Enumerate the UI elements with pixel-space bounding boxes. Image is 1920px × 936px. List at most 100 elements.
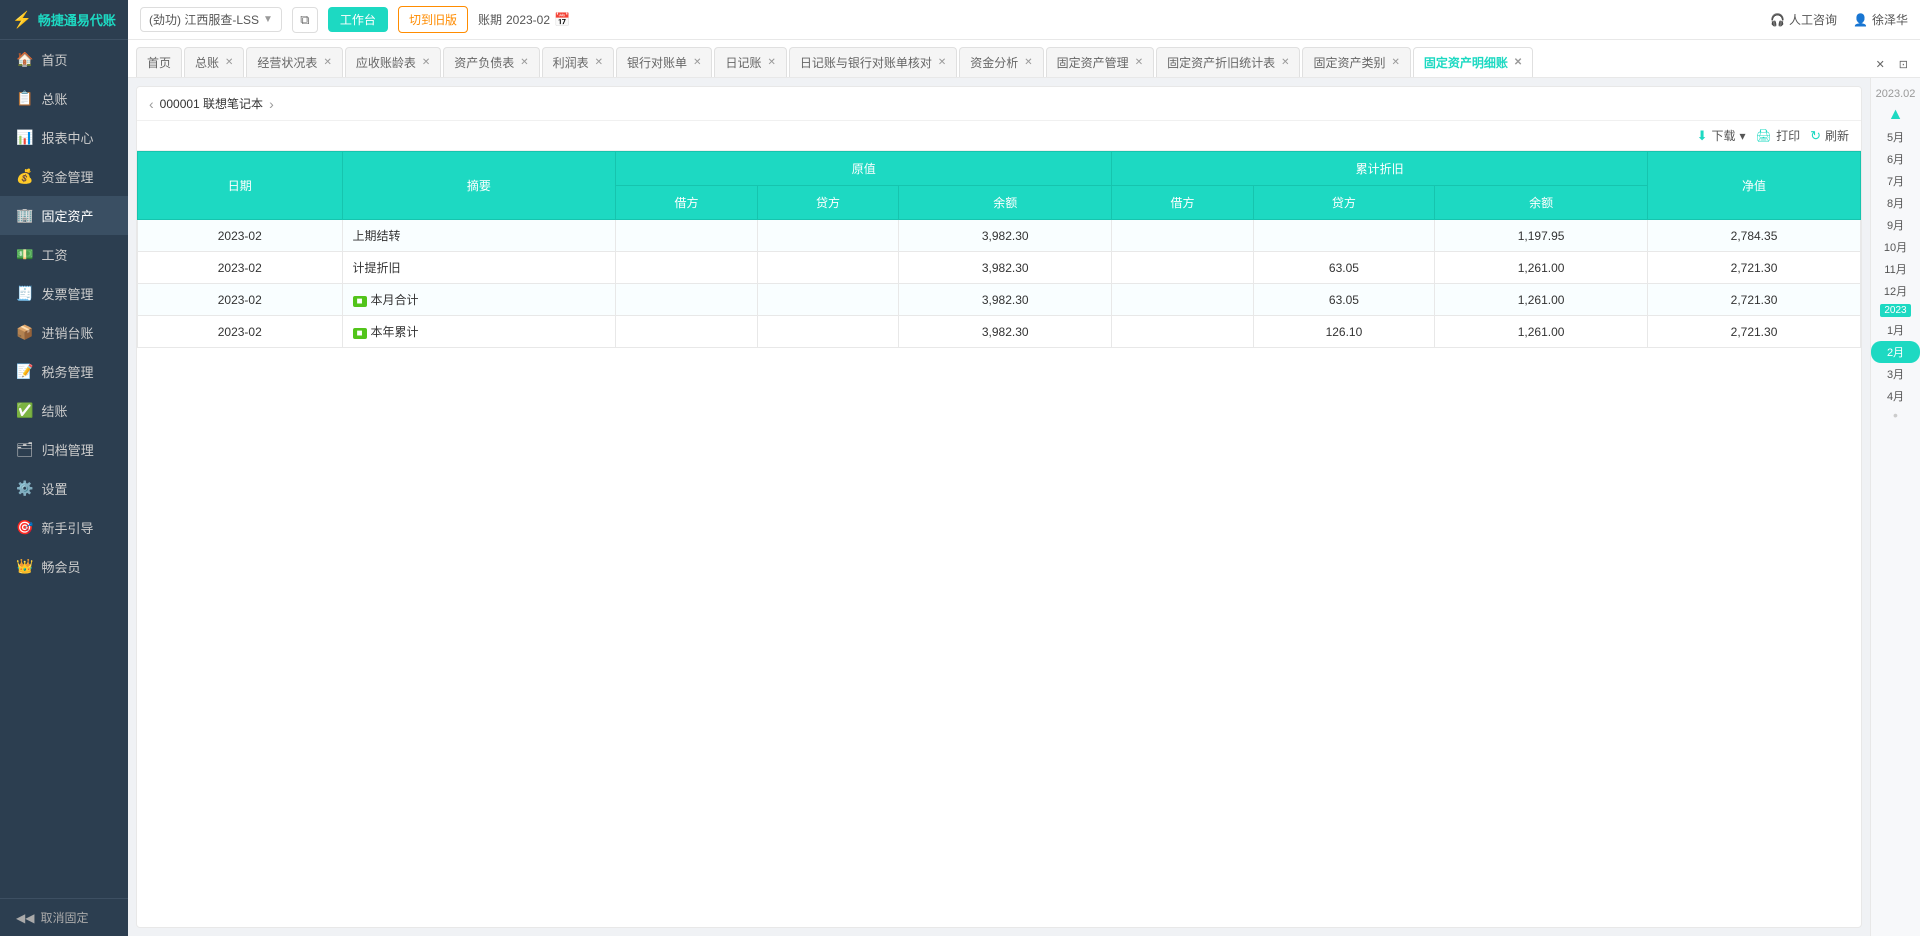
cell-summary: 计提折旧 — [342, 252, 616, 284]
cell-summary: ■本年累计 — [342, 316, 616, 348]
sidebar-label-home: 首页 — [41, 50, 67, 69]
orig-credit: 贷方 — [757, 186, 899, 220]
cell-orig-credit — [757, 284, 899, 316]
tab-bank[interactable]: 银行对账单 ✕ — [616, 47, 712, 77]
tab-cashflow[interactable]: 资金分析 ✕ — [959, 47, 1043, 77]
timeline-month-9[interactable]: 9月 — [1871, 214, 1920, 236]
sidebar-label-tax: 税务管理 — [41, 362, 93, 381]
tab-operations[interactable]: 经营状况表 ✕ — [246, 47, 342, 77]
tab-journal[interactable]: 日记账 ✕ — [714, 47, 786, 77]
close-tab-fixed-depr[interactable]: ✕ — [1281, 57, 1289, 68]
col-accumulated-depr: 累计折旧 — [1112, 152, 1648, 186]
close-tab-profit[interactable]: ✕ — [595, 57, 603, 68]
sidebar-item-capital[interactable]: 💰 资金管理 — [0, 157, 128, 196]
sidebar-item-settle[interactable]: ✅ 结账 — [0, 391, 128, 430]
user-avatar-icon: 👤 — [1853, 13, 1868, 27]
sidebar-item-archive[interactable]: 🗂 归档管理 — [0, 430, 128, 469]
fixed-detail-table: 日期 摘要 原值 累计折旧 净值 借方 贷方 余额 借方 贷方 余额 — [137, 151, 1861, 348]
close-tab-reconcile[interactable]: ✕ — [938, 57, 946, 68]
sidebar-label-salary: 工资 — [41, 245, 67, 264]
close-tab-ledger[interactable]: ✕ — [225, 57, 233, 68]
tab-fixed-cat[interactable]: 固定资产类别 ✕ — [1302, 47, 1410, 77]
sidebar-item-salary[interactable]: 💵 工资 — [0, 235, 128, 274]
timeline-month-11[interactable]: 11月 — [1871, 258, 1920, 280]
close-all-button[interactable]: ✕ — [1872, 56, 1889, 73]
timeline-month-2-active[interactable]: 2月 — [1871, 341, 1920, 363]
cell-date: 2023-02 — [138, 220, 343, 252]
close-tab-fixed-cat[interactable]: ✕ — [1392, 57, 1400, 68]
tab-profit[interactable]: 利润表 ✕ — [542, 47, 614, 77]
service-button[interactable]: 🎧 人工咨询 — [1770, 11, 1837, 28]
timeline-month-6[interactable]: 6月 — [1871, 148, 1920, 170]
copy-button[interactable]: ⧉ — [292, 7, 318, 33]
guide-icon: 🎯 — [16, 519, 33, 536]
sidebar-item-fixed[interactable]: 🏢 固定资产 — [0, 196, 128, 235]
sidebar-item-home[interactable]: 🏠 首页 — [0, 40, 128, 79]
sidebar-item-guide[interactable]: 🎯 新手引导 — [0, 508, 128, 547]
sidebar-label-vip: 畅会员 — [41, 557, 80, 576]
timeline-month-3[interactable]: 3月 — [1871, 363, 1920, 385]
timeline-month-4[interactable]: 4月 — [1871, 385, 1920, 407]
sidebar: ⚡ 畅捷通易代账 🏠 首页 📋 总账 📊 报表中心 💰 资金管理 🏢 固定资产 … — [0, 0, 128, 936]
timeline-month-8[interactable]: 8月 — [1871, 192, 1920, 214]
breadcrumb-next[interactable]: › — [269, 96, 274, 112]
tab-receivables[interactable]: 应收账龄表 ✕ — [345, 47, 441, 77]
tab-receivables-label: 应收账龄表 — [356, 54, 416, 71]
restore-button[interactable]: ⊡ — [1895, 56, 1912, 73]
cell-summary: ■本月合计 — [342, 284, 616, 316]
table-container: 日期 摘要 原值 累计折旧 净值 借方 贷方 余额 借方 贷方 余额 — [137, 151, 1861, 927]
sidebar-label-invoice: 发票管理 — [41, 284, 93, 303]
vip-icon: 👑 — [16, 558, 33, 575]
user-menu[interactable]: 👤 徐泽华 — [1853, 11, 1908, 28]
tab-fixed-depr[interactable]: 固定资产折旧统计表 ✕ — [1156, 47, 1300, 77]
pin-icon: ◀◀ — [16, 911, 34, 925]
sidebar-item-sales[interactable]: 📦 进销台账 — [0, 313, 128, 352]
close-tab-receivables[interactable]: ✕ — [422, 57, 430, 68]
timeline-month-12[interactable]: 12月 — [1871, 280, 1920, 302]
tab-reconcile[interactable]: 日记账与银行对账单核对 ✕ — [789, 47, 957, 77]
sidebar-label-settings: 设置 — [41, 479, 67, 498]
tab-home[interactable]: 首页 — [136, 47, 182, 77]
workbench-button[interactable]: 工作台 — [328, 7, 388, 32]
sidebar-item-vip[interactable]: 👑 畅会员 — [0, 547, 128, 586]
close-tab-balance[interactable]: ✕ — [520, 57, 528, 68]
close-tab-fixed-detail[interactable]: ✕ — [1514, 57, 1522, 68]
sidebar-item-invoice[interactable]: 🧾 发票管理 — [0, 274, 128, 313]
close-tab-cashflow[interactable]: ✕ — [1024, 57, 1032, 68]
timeline-month-7[interactable]: 7月 — [1871, 170, 1920, 192]
close-tab-operations[interactable]: ✕ — [323, 57, 331, 68]
tab-ledger-label: 总账 — [195, 54, 219, 71]
col-original-value: 原值 — [616, 152, 1112, 186]
depr-balance: 余额 — [1435, 186, 1648, 220]
close-tab-journal[interactable]: ✕ — [767, 57, 775, 68]
tab-balance-label: 资产负债表 — [454, 54, 514, 71]
sidebar-item-ledger[interactable]: 📋 总账 — [0, 79, 128, 118]
home-icon: 🏠 — [16, 51, 33, 68]
tab-ledger[interactable]: 总账 ✕ — [184, 47, 244, 77]
timeline-up-arrow[interactable]: ▲ — [1888, 104, 1904, 126]
sidebar-item-settings[interactable]: ⚙️ 设置 — [0, 469, 128, 508]
close-tab-fixed-mgmt[interactable]: ✕ — [1135, 57, 1143, 68]
cell-depr-credit: 63.05 — [1253, 252, 1434, 284]
tab-balance[interactable]: 资产负债表 ✕ — [443, 47, 539, 77]
calendar-icon[interactable]: 📅 — [554, 12, 570, 28]
refresh-button[interactable]: ↻ 刷新 — [1810, 127, 1849, 144]
close-tab-bank[interactable]: ✕ — [693, 57, 701, 68]
company-selector[interactable]: (劲功) 江西服查-LSS ▼ — [140, 7, 282, 32]
cancel-fixed-button[interactable]: ◀◀ 取消固定 — [0, 898, 128, 936]
app-logo: ⚡ 畅捷通易代账 — [0, 0, 128, 40]
print-button[interactable]: 🖨 打印 — [1756, 127, 1801, 144]
breadcrumb-prev[interactable]: ‹ — [149, 96, 154, 112]
timeline-month-1[interactable]: 1月 — [1871, 319, 1920, 341]
timeline-month-5[interactable]: 5月 — [1871, 126, 1920, 148]
timeline-month-10[interactable]: 10月 — [1871, 236, 1920, 258]
cell-depr-debit — [1112, 252, 1254, 284]
sidebar-item-tax[interactable]: 📝 税务管理 — [0, 352, 128, 391]
tab-fixed-detail[interactable]: 固定资产明细账 ✕ — [1413, 47, 1533, 77]
switch-version-button[interactable]: 切到旧版 — [398, 6, 468, 33]
sidebar-item-reports[interactable]: 📊 报表中心 — [0, 118, 128, 157]
download-button[interactable]: ⬇ 下载 ▾ — [1697, 127, 1746, 144]
tab-fixed-mgmt[interactable]: 固定资产管理 ✕ — [1046, 47, 1154, 77]
cell-orig-debit — [616, 316, 758, 348]
tab-home-label: 首页 — [147, 54, 171, 71]
